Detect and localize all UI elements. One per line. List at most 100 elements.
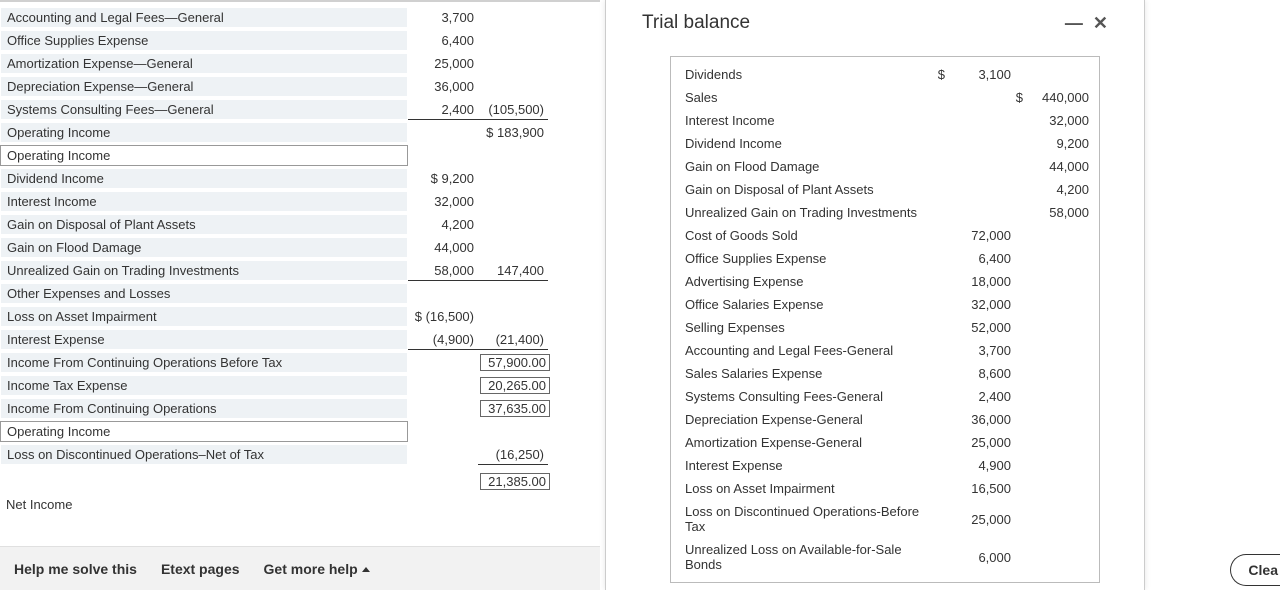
- statement-row: Income From Continuing Operations Before…: [0, 351, 600, 374]
- row-label: Amortization Expense—General: [0, 53, 408, 74]
- tb-label: Advertising Expense: [685, 274, 933, 289]
- tb-debit: 25,000: [947, 512, 1011, 527]
- row-amount-2: 147,400: [478, 261, 548, 281]
- statement-row: Other Expenses and Losses: [0, 282, 600, 305]
- tb-debit: 52,000: [947, 320, 1011, 335]
- row-amount-2[interactable]: 57,900.00: [480, 354, 550, 371]
- tb-label: Unrealized Gain on Trading Investments: [685, 205, 933, 220]
- row-amount-2: (105,500): [478, 100, 548, 120]
- tb-label: Gain on Flood Damage: [685, 159, 933, 174]
- row-amount-1: 3,700: [408, 8, 478, 27]
- tb-debit: 3,700: [947, 343, 1011, 358]
- row-amount-1: [408, 407, 478, 411]
- statement-row: Operating Income $ 183,900: [0, 121, 600, 144]
- row-amount-1: [408, 131, 478, 135]
- tb-credit: 9,200: [1025, 136, 1089, 151]
- footer-bar: Help me solve this Etext pages Get more …: [0, 546, 600, 590]
- statement-row: Operating Income: [0, 144, 600, 167]
- row-amount-2[interactable]: 21,385.00: [480, 473, 550, 490]
- row-label: Other Expenses and Losses: [0, 283, 408, 304]
- row-amount-2: [478, 16, 548, 20]
- statement-row: Office Supplies Expense6,400: [0, 29, 600, 52]
- statement-row: Interest Income32,000: [0, 190, 600, 213]
- tb-credit: 32,000: [1025, 113, 1089, 128]
- row-amount-2: [478, 223, 548, 227]
- row-label[interactable]: Operating Income: [0, 145, 408, 166]
- tb-row: Sales$440,000: [671, 86, 1099, 109]
- row-amount-2[interactable]: 20,265.00: [480, 377, 550, 394]
- tb-debit: 6,000: [947, 550, 1011, 565]
- row-label: Interest Expense: [0, 329, 408, 350]
- row-amount-1: [408, 361, 478, 365]
- row-amount-1: $ (16,500): [408, 307, 478, 326]
- row-amount-2: [478, 39, 548, 43]
- tb-label: Amortization Expense-General: [685, 435, 933, 450]
- more-help-link[interactable]: Get more help: [264, 561, 370, 577]
- tb-row: Interest Income32,000: [671, 109, 1099, 132]
- tb-debit: 72,000: [947, 228, 1011, 243]
- tb-debit: 4,900: [947, 458, 1011, 473]
- row-amount-1: 36,000: [408, 77, 478, 96]
- tb-row: Office Salaries Expense32,000: [671, 293, 1099, 316]
- close-icon[interactable]: ✕: [1093, 13, 1108, 34]
- row-amount-2: [478, 430, 548, 434]
- tb-label: Unrealized Loss on Available-for-Sale Bo…: [685, 542, 933, 572]
- tb-label: Dividends: [685, 67, 933, 82]
- row-label: Income Tax Expense: [0, 375, 408, 396]
- tb-credit: 44,000: [1025, 159, 1089, 174]
- tb-row: Cost of Goods Sold72,000: [671, 224, 1099, 247]
- tb-credit: 4,200: [1025, 182, 1089, 197]
- tb-debit: 18,000: [947, 274, 1011, 289]
- row-amount-1: [408, 292, 478, 296]
- statement-row: Dividend Income$ 9,200: [0, 167, 600, 190]
- tb-label: Sales: [685, 90, 933, 105]
- income-statement-panel: Accounting and Legal Fees—General3,700Of…: [0, 0, 600, 590]
- modal-title: Trial balance: [642, 12, 750, 34]
- row-amount-1: 4,200: [408, 215, 478, 234]
- tb-debit: 2,400: [947, 389, 1011, 404]
- row-amount-1: [408, 503, 478, 507]
- statement-row: Operating Income: [0, 420, 600, 443]
- row-amount-1: 25,000: [408, 54, 478, 73]
- tb-label: Accounting and Legal Fees-General: [685, 343, 933, 358]
- row-amount-2: [478, 62, 548, 66]
- tb-row: Systems Consulting Fees-General2,400: [671, 385, 1099, 408]
- row-label: Office Supplies Expense: [0, 30, 408, 51]
- row-amount-1: [408, 453, 478, 457]
- tb-row: Dividend Income9,200: [671, 132, 1099, 155]
- tb-row: Loss on Discontinued Operations-Before T…: [671, 500, 1099, 538]
- help-link[interactable]: Help me solve this: [14, 561, 137, 577]
- row-amount-2[interactable]: 37,635.00: [480, 400, 550, 417]
- row-label: [0, 480, 408, 484]
- statement-row: Unrealized Gain on Trading Investments58…: [0, 259, 600, 282]
- row-label: Operating Income: [0, 122, 408, 143]
- statement-row: 21,385.00: [0, 470, 600, 493]
- row-amount-1: 2,400: [408, 100, 478, 120]
- row-amount-1: $ 9,200: [408, 169, 478, 188]
- minimize-icon[interactable]: —: [1065, 13, 1083, 34]
- row-amount-2: $ 183,900: [478, 123, 548, 142]
- tb-debit: 32,000: [947, 297, 1011, 312]
- tb-label: Loss on Asset Impairment: [685, 481, 933, 496]
- row-amount-1: 58,000: [408, 261, 478, 281]
- tb-credit: 58,000: [1025, 205, 1089, 220]
- statement-row: Net Income: [0, 493, 600, 516]
- tb-row: Selling Expenses52,000: [671, 316, 1099, 339]
- row-amount-1: [408, 154, 478, 158]
- tb-row: Unrealized Loss on Available-for-Sale Bo…: [671, 538, 1099, 576]
- row-label[interactable]: Operating Income: [0, 421, 408, 442]
- tb-debit: 3,100: [947, 67, 1011, 82]
- clear-button[interactable]: Clea: [1230, 554, 1280, 586]
- tb-row: Advertising Expense 18,000: [671, 270, 1099, 293]
- row-amount-2: (21,400): [478, 330, 548, 350]
- etext-link[interactable]: Etext pages: [161, 561, 240, 577]
- tb-debit: 36,000: [947, 412, 1011, 427]
- tb-row: Loss on Asset Impairment16,500: [671, 477, 1099, 500]
- tb-row: Accounting and Legal Fees-General 3,700: [671, 339, 1099, 362]
- row-amount-1: [408, 384, 478, 388]
- tb-debit-symbol: $: [933, 67, 947, 82]
- row-amount-2: [478, 85, 548, 89]
- statement-row: Systems Consulting Fees—General2,400(105…: [0, 98, 600, 121]
- row-label: Income From Continuing Operations: [0, 398, 408, 419]
- tb-label: Depreciation Expense-General: [685, 412, 933, 427]
